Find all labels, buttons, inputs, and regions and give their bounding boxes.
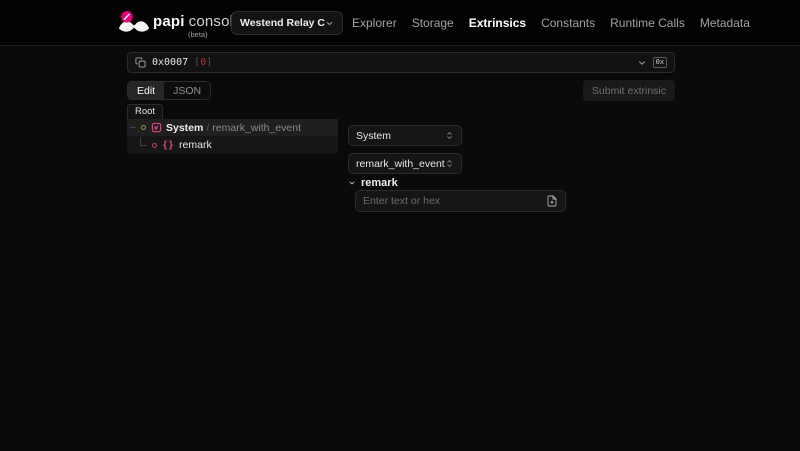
hex-bracket-close: ]: [206, 57, 212, 68]
tree-call-label: remark_with_event: [212, 122, 301, 134]
copy-icon[interactable]: [135, 57, 146, 68]
tree-row-remark-field[interactable]: {} remark: [127, 136, 338, 154]
tree-row-call[interactable]: System / remark_with_event: [127, 119, 338, 136]
tab-edit[interactable]: Edit: [128, 82, 164, 99]
extrinsics-page: 0x0007 [0] 0x Edit JSON Submit extrinsic…: [127, 0, 675, 451]
tree-field-label: remark: [179, 139, 212, 151]
pallet-select[interactable]: System: [348, 125, 462, 146]
tree-node-dot: [141, 125, 146, 130]
file-upload-icon[interactable]: [546, 195, 558, 207]
tree-pallet-label: System: [166, 122, 203, 134]
remark-field-label: remark: [361, 177, 398, 189]
tree-root-tab[interactable]: Root: [127, 104, 163, 119]
nav-metadata[interactable]: Metadata: [700, 16, 750, 30]
chevrons-up-down-icon: [445, 131, 454, 140]
call-select-value: remark_with_event: [356, 158, 445, 170]
submit-extrinsic-button[interactable]: Submit extrinsic: [583, 80, 675, 101]
chevron-down-icon[interactable]: [637, 58, 647, 68]
remark-input[interactable]: [363, 195, 541, 207]
braces-icon: {}: [162, 140, 174, 151]
pallet-select-value: System: [356, 130, 391, 142]
call-data-hex-value: 0x0007 [0]: [152, 57, 212, 68]
remark-accordion-header[interactable]: remark: [348, 176, 398, 189]
call-icon: [151, 122, 162, 133]
chevron-down-icon: [348, 179, 356, 187]
chevrons-up-down-icon: [445, 159, 454, 168]
tree-connector-line: [130, 127, 136, 128]
remark-input-wrap: [355, 190, 566, 212]
call-select[interactable]: remark_with_event: [348, 153, 462, 174]
hex-mode-toggle[interactable]: 0x: [653, 57, 667, 68]
tree-node-dot: [152, 143, 157, 148]
tree-separator: /: [206, 122, 209, 134]
call-data-hex-field[interactable]: 0x0007 [0] 0x: [127, 52, 675, 73]
tab-json[interactable]: JSON: [164, 82, 210, 99]
call-tree-panel: System / remark_with_event {} remark: [127, 119, 338, 154]
tree-elbow-connector: [140, 137, 147, 146]
view-mode-tabs: Edit JSON: [127, 81, 211, 100]
hex-prefix: 0x0007: [152, 57, 188, 68]
